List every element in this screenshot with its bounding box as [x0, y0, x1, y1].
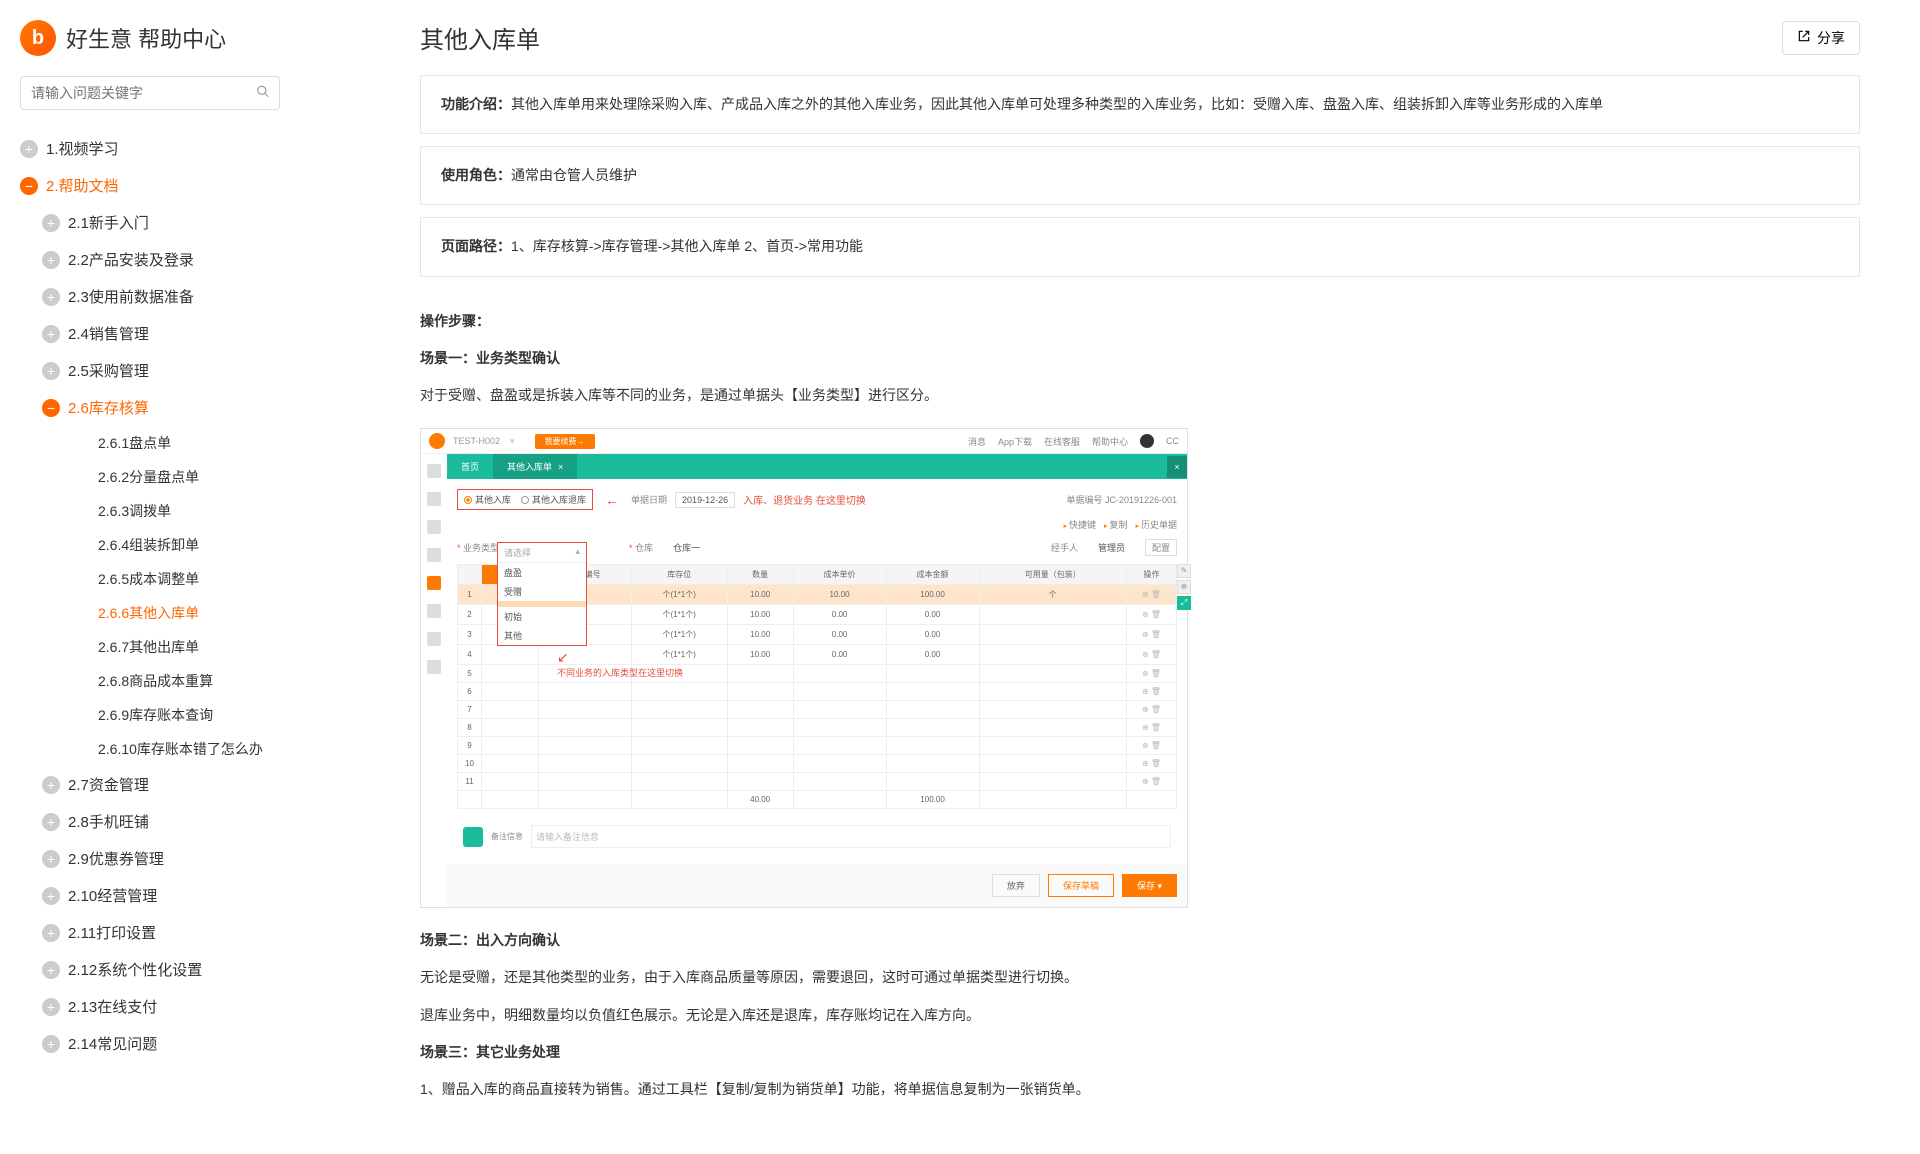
- nav-item-2-1[interactable]: +2.1新手入门: [42, 204, 280, 241]
- page-title: 其他入库单: [420, 20, 540, 55]
- nav-item-2-6-9[interactable]: 2.6.9库存账本查询: [98, 698, 280, 732]
- nav-item-2-6-4[interactable]: 2.6.4组装拆卸单: [98, 528, 280, 562]
- scene2-text2: 退库业务中，明细数量均以负值红色展示。无论是入库还是退库，库存账均记在入库方向。: [420, 1003, 1860, 1028]
- intro-box: 功能介绍：其他入库单用来处理除采购入库、产成品入库之外的其他入库业务，因此其他入…: [420, 75, 1860, 134]
- search-box: [20, 76, 280, 110]
- nav-item-2-5[interactable]: +2.5采购管理: [42, 352, 280, 389]
- nav-item-2-6-2[interactable]: 2.6.2分量盘点单: [98, 460, 280, 494]
- share-icon: [1797, 29, 1811, 46]
- nav-tree: + 1.视频学习 − 2.帮助文档 +2.1新手入门 +2.2产品安装及登录 +…: [20, 130, 280, 1062]
- plus-icon: +: [42, 325, 60, 343]
- nav-item-2-13[interactable]: +2.13在线支付: [42, 988, 280, 1025]
- nav-item-2-8[interactable]: +2.8手机旺铺: [42, 803, 280, 840]
- remark-icon: [463, 827, 483, 847]
- sidebar: b 好生意 帮助中心 + 1.视频学习 − 2.帮助文档 +2.1新手入门 +2…: [0, 0, 300, 1154]
- plus-icon: +: [42, 776, 60, 794]
- table-row: 8⊕ 🗑: [458, 719, 1177, 737]
- nav-item-2-3[interactable]: +2.3使用前数据准备: [42, 278, 280, 315]
- plus-icon: +: [42, 813, 60, 831]
- plus-icon: +: [42, 998, 60, 1016]
- discard-button: 放弃: [992, 874, 1040, 897]
- menu-icon: [427, 632, 441, 646]
- nav-item-2-2[interactable]: +2.2产品安装及登录: [42, 241, 280, 278]
- annotation: 入库、退货业务 在这里切换: [743, 492, 866, 507]
- renew-button: 我要续费→: [535, 434, 595, 449]
- nav-item-2-6-10[interactable]: 2.6.10库存账本错了怎么办: [98, 732, 280, 766]
- nav-item-2-6-6[interactable]: 2.6.6其他入库单: [98, 596, 280, 630]
- menu-icon: [427, 576, 441, 590]
- plus-icon: +: [42, 288, 60, 306]
- plus-icon: +: [20, 140, 38, 158]
- radio-icon: [464, 496, 472, 504]
- save-draft-button: 保存草稿: [1048, 874, 1114, 897]
- menu-icon: [427, 660, 441, 674]
- table-row: 6⊕ 🗑: [458, 683, 1177, 701]
- scene1-text: 对于受赠、盘盈或是拆装入库等不同的业务，是通过单据头【业务类型】进行区分。: [420, 383, 1860, 408]
- logo-icon: b: [20, 20, 56, 56]
- menu-icon: [427, 464, 441, 478]
- plus-icon: +: [42, 850, 60, 868]
- logo-text: 好生意 帮助中心: [66, 22, 226, 54]
- arrow-icon: ←: [605, 492, 619, 508]
- plus-icon: +: [42, 924, 60, 942]
- nav-item-2-12[interactable]: +2.12系统个性化设置: [42, 951, 280, 988]
- search-icon[interactable]: [256, 85, 270, 102]
- scene3-text: 1、赠品入库的商品直接转为销售。通过工具栏【复制/复制为销货单】功能，将单据信息…: [420, 1077, 1860, 1102]
- table-row: 7⊕ 🗑: [458, 701, 1177, 719]
- table-row: 9⊕ 🗑: [458, 737, 1177, 755]
- menu-icon: [427, 548, 441, 562]
- tool-icon: ✎: [1177, 564, 1191, 578]
- table-row: 11⊕ 🗑: [458, 773, 1177, 791]
- scene2-text1: 无论是受赠，还是其他类型的业务，由于入库商品质量等原因，需要退回，这时可通过单据…: [420, 965, 1860, 990]
- annotation: 不同业务的入库类型在这里切换: [557, 649, 683, 679]
- nav-item-2-7[interactable]: +2.7资金管理: [42, 766, 280, 803]
- menu-icon: [427, 604, 441, 618]
- ss-logo-icon: [429, 433, 445, 449]
- nav-item-2-6-7[interactable]: 2.6.7其他出库单: [98, 630, 280, 664]
- doc-type-switch: 其他入库 其他入库退库: [457, 489, 593, 510]
- tool-icon: ⊕: [1177, 580, 1191, 594]
- logo[interactable]: b 好生意 帮助中心: [20, 20, 280, 56]
- nav-item-2-10[interactable]: +2.10经营管理: [42, 877, 280, 914]
- table-row: 10⊕ 🗑: [458, 755, 1177, 773]
- radio-icon: [521, 496, 529, 504]
- close-icon: ×: [1167, 456, 1187, 478]
- nav-item-2-6-1[interactable]: 2.6.1盘点单: [98, 426, 280, 460]
- nav-item-2-6-5[interactable]: 2.6.5成本调整单: [98, 562, 280, 596]
- nav-item-2-6[interactable]: −2.6库存核算: [42, 389, 280, 426]
- plus-icon: +: [42, 961, 60, 979]
- save-button: 保存: [1122, 874, 1177, 897]
- nav-item-docs[interactable]: − 2.帮助文档: [20, 167, 280, 204]
- search-input[interactable]: [20, 76, 280, 110]
- path-box: 页面路径：1、库存核算->库存管理->其他入库单 2、首页->常用功能: [420, 217, 1860, 276]
- nav-item-2-14[interactable]: +2.14常见问题: [42, 1025, 280, 1062]
- avatar-icon: [1140, 434, 1154, 448]
- scene3-title: 场景三：其它业务处理: [420, 1040, 1860, 1065]
- nav-item-2-9[interactable]: +2.9优惠券管理: [42, 840, 280, 877]
- biz-type-dropdown: 请选择▴ 盘盈 受赠 初始 其他: [497, 542, 587, 646]
- minus-icon: −: [20, 177, 38, 195]
- tool-icon: ⤢: [1177, 596, 1191, 610]
- embedded-screenshot: TEST-H002 ▾ 我要续费→ 消息 App下载 在线客服 帮助中心 CC: [420, 428, 1188, 908]
- plus-icon: +: [42, 214, 60, 232]
- plus-icon: +: [42, 887, 60, 905]
- share-button[interactable]: 分享: [1782, 21, 1860, 55]
- steps-label: 操作步骤：: [420, 309, 1860, 334]
- nav-item-video[interactable]: + 1.视频学习: [20, 130, 280, 167]
- scene1-title: 场景一：业务类型确认: [420, 346, 1860, 371]
- role-box: 使用角色：通常由仓管人员维护: [420, 146, 1860, 205]
- nav-item-2-4[interactable]: +2.4销售管理: [42, 315, 280, 352]
- minus-icon: −: [42, 399, 60, 417]
- nav-item-2-6-8[interactable]: 2.6.8商品成本重算: [98, 664, 280, 698]
- plus-icon: +: [42, 251, 60, 269]
- scene2-title: 场景二：出入方向确认: [420, 928, 1860, 953]
- menu-icon: [427, 492, 441, 506]
- nav-item-2-6-3[interactable]: 2.6.3调拨单: [98, 494, 280, 528]
- menu-icon: [427, 520, 441, 534]
- plus-icon: +: [42, 1035, 60, 1053]
- nav-item-2-11[interactable]: +2.11打印设置: [42, 914, 280, 951]
- main-content: 其他入库单 分享 功能介绍：其他入库单用来处理除采购入库、产成品入库之外的其他入…: [300, 0, 1920, 1154]
- plus-icon: +: [42, 362, 60, 380]
